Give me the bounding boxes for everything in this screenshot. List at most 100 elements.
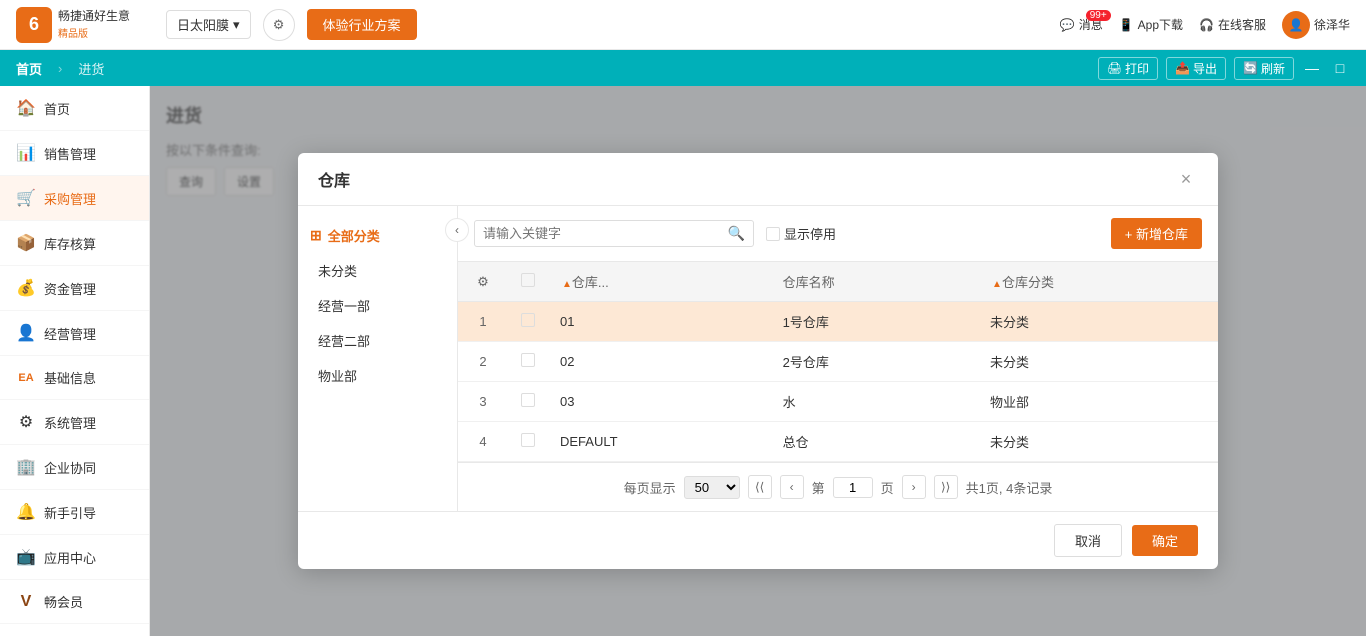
sidebar-item-finance[interactable]: 💰 资金管理 [0,266,149,311]
per-page-label: 每页显示 [624,478,676,497]
sidebar-item-guide[interactable]: 🔔 新手引导 [0,490,149,535]
refresh-icon: 🔄 [1243,61,1258,75]
col-name: 仓库名称 [771,262,978,302]
row-check-1[interactable] [508,302,548,342]
user-item[interactable]: 👤 徐泽华 [1282,11,1350,39]
table-row[interactable]: 2 02 2号仓库 未分类 [458,342,1218,382]
app-label: App下载 [1138,16,1183,33]
category-item-dept2[interactable]: 经营二部 [298,323,457,358]
col-code[interactable]: ▲仓库... [548,262,771,302]
sidebar-item-collab[interactable]: 🏢 企业协同 [0,445,149,490]
breadcrumb-home[interactable]: 首页 [16,59,42,78]
sort-icon-cat: ▲ [992,279,1002,290]
sidebar-item-purchase[interactable]: 🛒 采购管理 [0,176,149,221]
search-input[interactable] [483,226,728,241]
system-icon: ⚙ [16,412,36,432]
row-num-4: 4 [458,422,508,462]
sidebar-label-home: 首页 [44,99,70,118]
show-disabled-text: 显示停用 [784,224,836,243]
show-disabled-checkbox[interactable] [766,227,780,241]
cancel-button[interactable]: 取消 [1054,524,1122,557]
row-code-3: 03 [548,382,771,422]
sales-icon: 📊 [16,143,36,163]
table-toolbar: 🔍 显示停用 + 新增仓库 [458,206,1218,262]
prev-page-button[interactable]: ‹ [780,475,804,499]
row-code-2: 02 [548,342,771,382]
page-total-info: 共1页, 4条记录 [966,478,1053,497]
row-check-2[interactable] [508,342,548,382]
export-icon: 📤 [1175,61,1190,75]
warehouse-modal: 仓库 × ⊞ 全部分类 ‹ 未分类 经营一部 经营二部 [298,153,1218,569]
modal-body: ⊞ 全部分类 ‹ 未分类 经营一部 经营二部 物业部 [298,206,1218,511]
collab-icon: 🏢 [16,457,36,477]
content-area: 进货 按以下条件查询: 查询 设置 仓库 × [150,86,1366,636]
service-item[interactable]: 🎧 在线客服 [1199,16,1266,33]
category-all[interactable]: ⊞ 全部分类 [298,218,457,253]
modal-header: 仓库 × [298,153,1218,206]
sidebar: 🏠 首页 📊 销售管理 🛒 采购管理 📦 库存核算 💰 资金管理 👤 经营管理 … [0,86,150,636]
breadcrumb-purchase[interactable]: 进货 [78,59,104,78]
category-item-property[interactable]: 物业部 [298,358,457,393]
category-item-unclassified[interactable]: 未分类 [298,253,457,288]
sidebar-label-basic: 基础信息 [44,368,96,387]
row-check-4[interactable] [508,422,548,462]
sidebar-item-apps[interactable]: 📺 应用中心 [0,535,149,580]
next-page-button[interactable]: › [902,475,926,499]
print-button[interactable]: 🖨 打印 [1098,57,1158,80]
trial-button[interactable]: 体验行业方案 [307,9,417,40]
table-panel: 🔍 显示停用 + 新增仓库 [458,206,1218,511]
collapse-button[interactable]: ‹ [445,218,469,242]
sidebar-item-basic[interactable]: EA 基础信息 [0,356,149,400]
sidebar-item-home[interactable]: 🏠 首页 [0,86,149,131]
logo-main-text: 畅捷通好生意 [58,9,130,25]
sidebar-item-operation[interactable]: 👤 经营管理 [0,311,149,356]
sidebar-item-inventory[interactable]: 📦 库存核算 [0,221,149,266]
sidebar-label-system: 系统管理 [44,413,96,432]
sidebar-item-sales[interactable]: 📊 销售管理 [0,131,149,176]
store-selector[interactable]: 日太阳膜 ▾ [166,10,251,39]
row-cat-4: 未分类 [978,422,1218,462]
home-icon: 🏠 [16,98,36,118]
table-row[interactable]: 3 03 水 物业部 [458,382,1218,422]
first-page-button[interactable]: ⟨⟨ [748,475,772,499]
table-row[interactable]: 1 01 1号仓库 未分类 [458,302,1218,342]
modal-footer: 取消 确定 [298,511,1218,569]
modal-title: 仓库 [318,167,350,191]
table-row[interactable]: 4 DEFAULT 总仓 未分类 [458,422,1218,462]
pagination-bar: 每页显示 50 100 200 ⟨⟨ ‹ 第 页 › [458,462,1218,511]
app-download-item[interactable]: 📱 App下载 [1119,16,1183,33]
sidebar-label-vip: 畅会员 [44,592,83,611]
sidebar-label-apps: 应用中心 [44,548,96,567]
page-unit: 页 [881,478,894,497]
settings-button[interactable]: ⚙ [263,9,295,41]
logo-sub-text: 精品版 [58,25,130,40]
select-all-checkbox[interactable] [521,273,535,287]
refresh-button[interactable]: 🔄 刷新 [1234,57,1294,80]
row-num-3: 3 [458,382,508,422]
basic-icon: EA [16,372,36,384]
message-icon: 💬 [1060,18,1075,32]
message-item[interactable]: 💬 消息 99+ [1060,16,1103,33]
row-name-1: 1号仓库 [771,302,978,342]
top-header: 6 畅捷通好生意 精品版 日太阳膜 ▾ ⚙ 体验行业方案 💬 消息 99+ 📱 … [0,0,1366,50]
per-page-select[interactable]: 50 100 200 [684,476,740,499]
row-check-3[interactable] [508,382,548,422]
maximize-button[interactable]: □ [1330,58,1350,78]
export-button[interactable]: 📤 导出 [1166,57,1226,80]
row-name-4: 总仓 [771,422,978,462]
confirm-button[interactable]: 确定 [1132,525,1198,556]
add-warehouse-button[interactable]: + 新增仓库 [1111,218,1202,249]
operation-icon: 👤 [16,323,36,343]
minimize-button[interactable]: — [1302,58,1322,78]
row-cat-2: 未分类 [978,342,1218,382]
close-button[interactable]: × [1174,167,1198,191]
logo-text-block: 畅捷通好生意 精品版 [58,9,130,40]
sidebar-item-vip[interactable]: V 畅会员 [0,580,149,624]
page-input[interactable] [833,477,873,498]
category-item-dept1[interactable]: 经营一部 [298,288,457,323]
show-disabled-label[interactable]: 显示停用 [766,224,836,243]
modal-overlay: 仓库 × ⊞ 全部分类 ‹ 未分类 经营一部 经营二部 [150,86,1366,636]
gear-icon: ⚙ [273,17,285,33]
last-page-button[interactable]: ⟩⟩ [934,475,958,499]
sidebar-item-system[interactable]: ⚙ 系统管理 [0,400,149,445]
